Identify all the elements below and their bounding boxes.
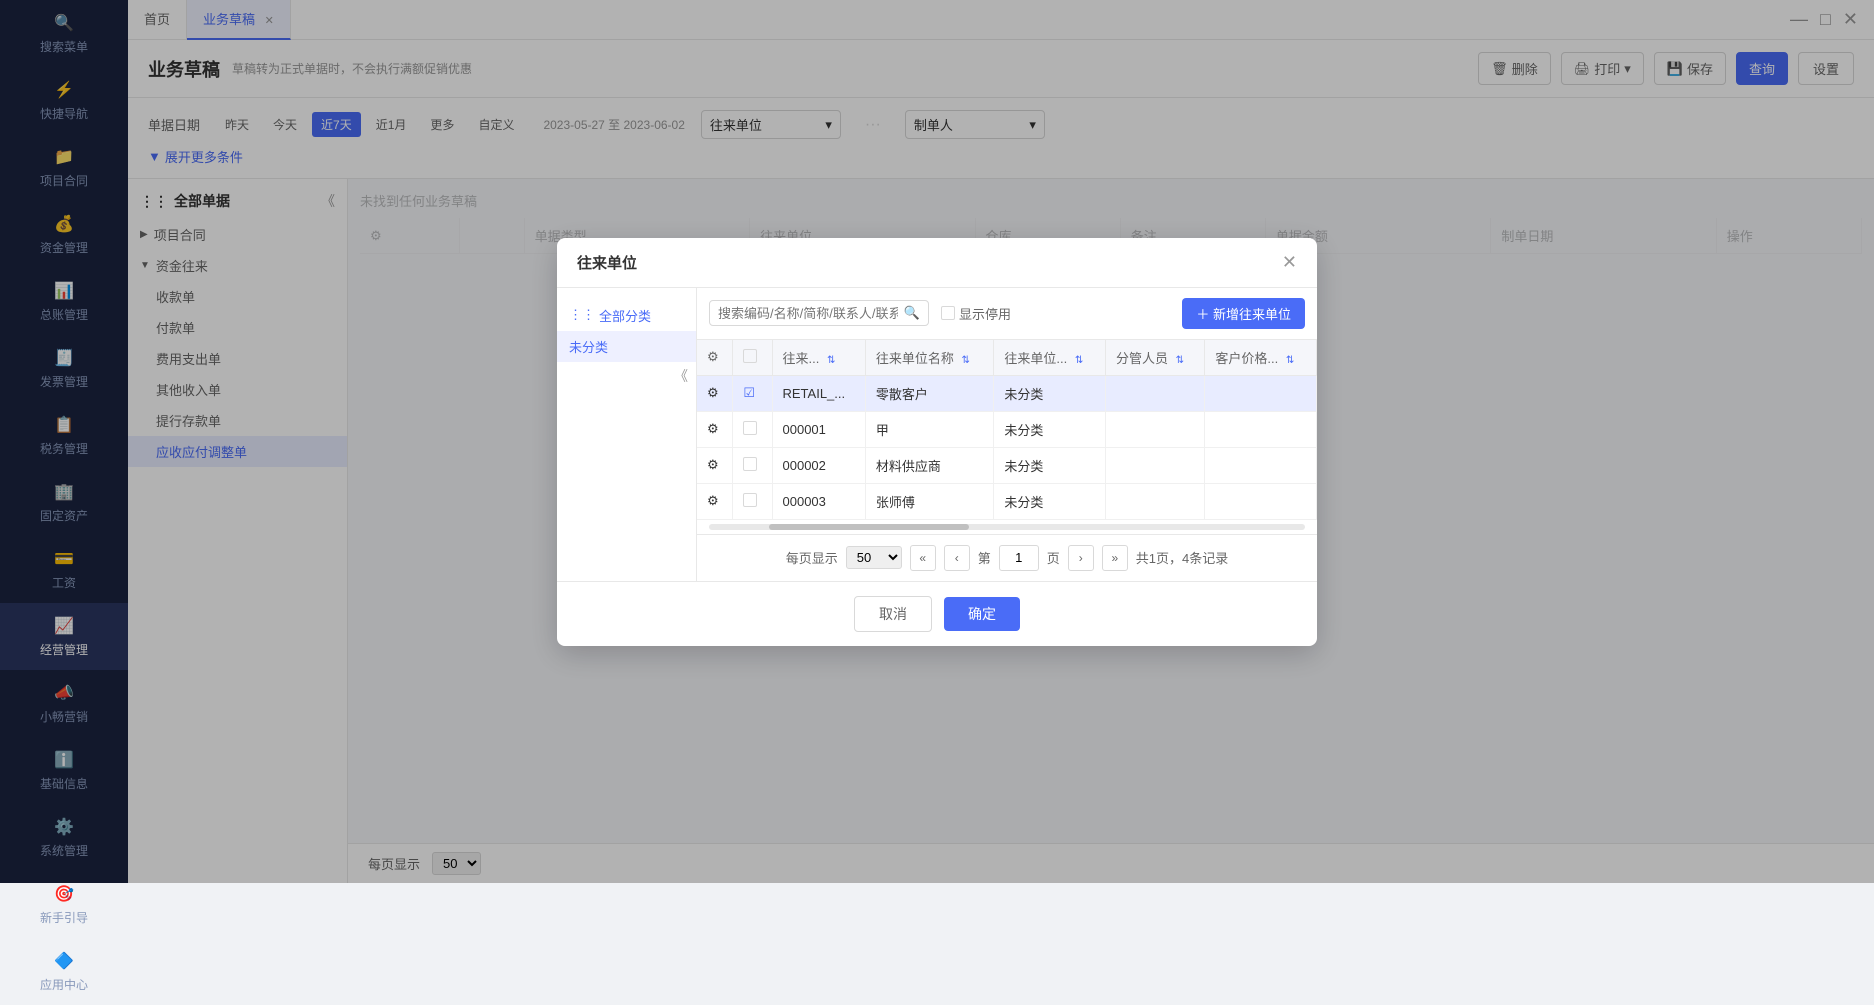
row-checkbox[interactable]: ☑ <box>733 375 772 411</box>
sort-code-icon: ⇅ <box>827 355 835 366</box>
grid2-icon: ⋮⋮ <box>569 307 595 323</box>
row-settings[interactable]: ⚙ <box>697 411 733 447</box>
partner-search-input[interactable] <box>718 306 898 321</box>
total-info: 共1页，4条记录 <box>1136 548 1228 567</box>
col-price-level[interactable]: 客户价格... ⇅ <box>1205 340 1317 376</box>
col-code[interactable]: 往来... ⇅ <box>772 340 865 376</box>
row-name: 张师傅 <box>865 483 994 519</box>
page-input[interactable] <box>999 545 1039 571</box>
pagination: 每页显示 50 100 200 « ‹ 第 页 <box>697 534 1317 581</box>
per-page-select[interactable]: 50 100 200 <box>846 546 902 569</box>
sidebar-item-app-center[interactable]: 🔷 应用中心 <box>0 938 128 1005</box>
row-checkbox[interactable] <box>733 483 772 519</box>
row-settings[interactable]: ⚙ <box>697 483 733 519</box>
row-price-level <box>1205 447 1317 483</box>
table-row[interactable]: ⚙ 000001 甲 未分类 <box>697 411 1317 447</box>
modal-body: ⋮⋮ 全部分类 未分类 《 <box>557 288 1317 581</box>
row-name: 甲 <box>865 411 994 447</box>
add-partner-button[interactable]: ＋ 新增往来单位 <box>1182 298 1305 329</box>
table-row[interactable]: ⚙ ☑ RETAIL_... 零散客户 未分类 <box>697 375 1317 411</box>
cancel-button[interactable]: 取消 <box>854 596 932 632</box>
modal-footer: 取消 确定 <box>557 581 1317 646</box>
confirm-button[interactable]: 确定 <box>944 597 1020 631</box>
table-area: 未找到任何业务草稿 ⚙ 单据类型 往来单位 仓库 备注 单据金额 制单日期 操作 <box>348 179 1874 883</box>
scrollbar-thumb[interactable] <box>769 524 969 530</box>
next-page-btn[interactable]: › <box>1068 545 1094 571</box>
row-code: 000003 <box>772 483 865 519</box>
category-item-uncategorized[interactable]: 未分类 <box>557 331 696 362</box>
table-row[interactable]: ⚙ 000003 张师傅 未分类 <box>697 483 1317 519</box>
row-salesperson <box>1105 375 1204 411</box>
category-collapse-icon[interactable]: 《 <box>674 366 688 386</box>
row-name: 零散客户 <box>865 375 994 411</box>
row-salesperson <box>1105 483 1204 519</box>
modal-header: 往来单位 ✕ <box>557 238 1317 288</box>
sort-price-icon: ⇅ <box>1286 355 1294 366</box>
col-salesperson[interactable]: 分管人员 ⇅ <box>1105 340 1204 376</box>
app-center-icon: 🔷 <box>53 950 75 972</box>
table-row[interactable]: ⚙ 000002 材料供应商 未分类 <box>697 447 1317 483</box>
row-code: 000002 <box>772 447 865 483</box>
content-area: ⋮⋮ 全部单据 《 ▶ 项目合同 ▼ 资金往来 收款单 付款单 费用支出单 <box>128 179 1874 883</box>
category-header[interactable]: ⋮⋮ 全部分类 <box>557 300 696 331</box>
table-toolbar: 🔍 显示停用 ＋ 新增往来单位 <box>697 288 1317 340</box>
col-checkbox[interactable] <box>733 340 772 376</box>
row-checkbox[interactable] <box>733 447 772 483</box>
partner-data-table: ⚙ 往来... ⇅ 往来单位名称 <box>697 340 1317 520</box>
row-category: 未分类 <box>994 411 1106 447</box>
col-settings[interactable]: ⚙ <box>697 340 733 376</box>
main-content: 首页 业务草稿 ✕ — □ ✕ 业务草稿 草稿转为正式单据时，不会执行满额促销优… <box>128 0 1874 883</box>
show-disabled-option[interactable]: 显示停用 <box>941 304 1011 323</box>
row-price-level <box>1205 411 1317 447</box>
sort-cat-icon: ⇅ <box>1075 355 1083 366</box>
sort-sales-icon: ⇅ <box>1176 355 1184 366</box>
table-panel: 🔍 显示停用 ＋ 新增往来单位 <box>697 288 1317 581</box>
row-code: 000001 <box>772 411 865 447</box>
partner-search-box[interactable]: 🔍 <box>709 300 929 326</box>
row-category: 未分类 <box>994 483 1106 519</box>
row-salesperson <box>1105 411 1204 447</box>
row-code: RETAIL_... <box>772 375 865 411</box>
guide-icon: 🎯 <box>53 883 75 905</box>
last-page-btn[interactable]: » <box>1102 545 1128 571</box>
page-unit: 页 <box>1047 548 1060 567</box>
modal-overlay: 往来单位 ✕ ⋮⋮ 全部分类 未分类 <box>348 179 1874 883</box>
per-page-label: 每页显示 <box>786 548 838 567</box>
row-name: 材料供应商 <box>865 447 994 483</box>
row-checkbox[interactable] <box>733 411 772 447</box>
row-settings[interactable]: ⚙ <box>697 447 733 483</box>
row-price-level <box>1205 483 1317 519</box>
search-icon: 🔍 <box>904 305 920 321</box>
page-label: 第 <box>978 548 991 567</box>
row-price-level <box>1205 375 1317 411</box>
modal-close-icon[interactable]: ✕ <box>1282 253 1297 271</box>
sort-name-icon: ⇅ <box>962 355 970 366</box>
prev-page-btn[interactable]: ‹ <box>944 545 970 571</box>
row-settings[interactable]: ⚙ <box>697 375 733 411</box>
first-page-btn[interactable]: « <box>910 545 936 571</box>
partner-modal: 往来单位 ✕ ⋮⋮ 全部分类 未分类 <box>557 238 1317 646</box>
col-name[interactable]: 往来单位名称 ⇅ <box>865 340 994 376</box>
show-disabled-checkbox[interactable] <box>941 306 955 320</box>
category-panel: ⋮⋮ 全部分类 未分类 《 <box>557 288 697 581</box>
horizontal-scrollbar[interactable] <box>709 524 1305 530</box>
row-category: 未分类 <box>994 447 1106 483</box>
row-category: 未分类 <box>994 375 1106 411</box>
row-salesperson <box>1105 447 1204 483</box>
col-category[interactable]: 往来单位... ⇅ <box>994 340 1106 376</box>
modal-title: 往来单位 <box>577 252 637 273</box>
